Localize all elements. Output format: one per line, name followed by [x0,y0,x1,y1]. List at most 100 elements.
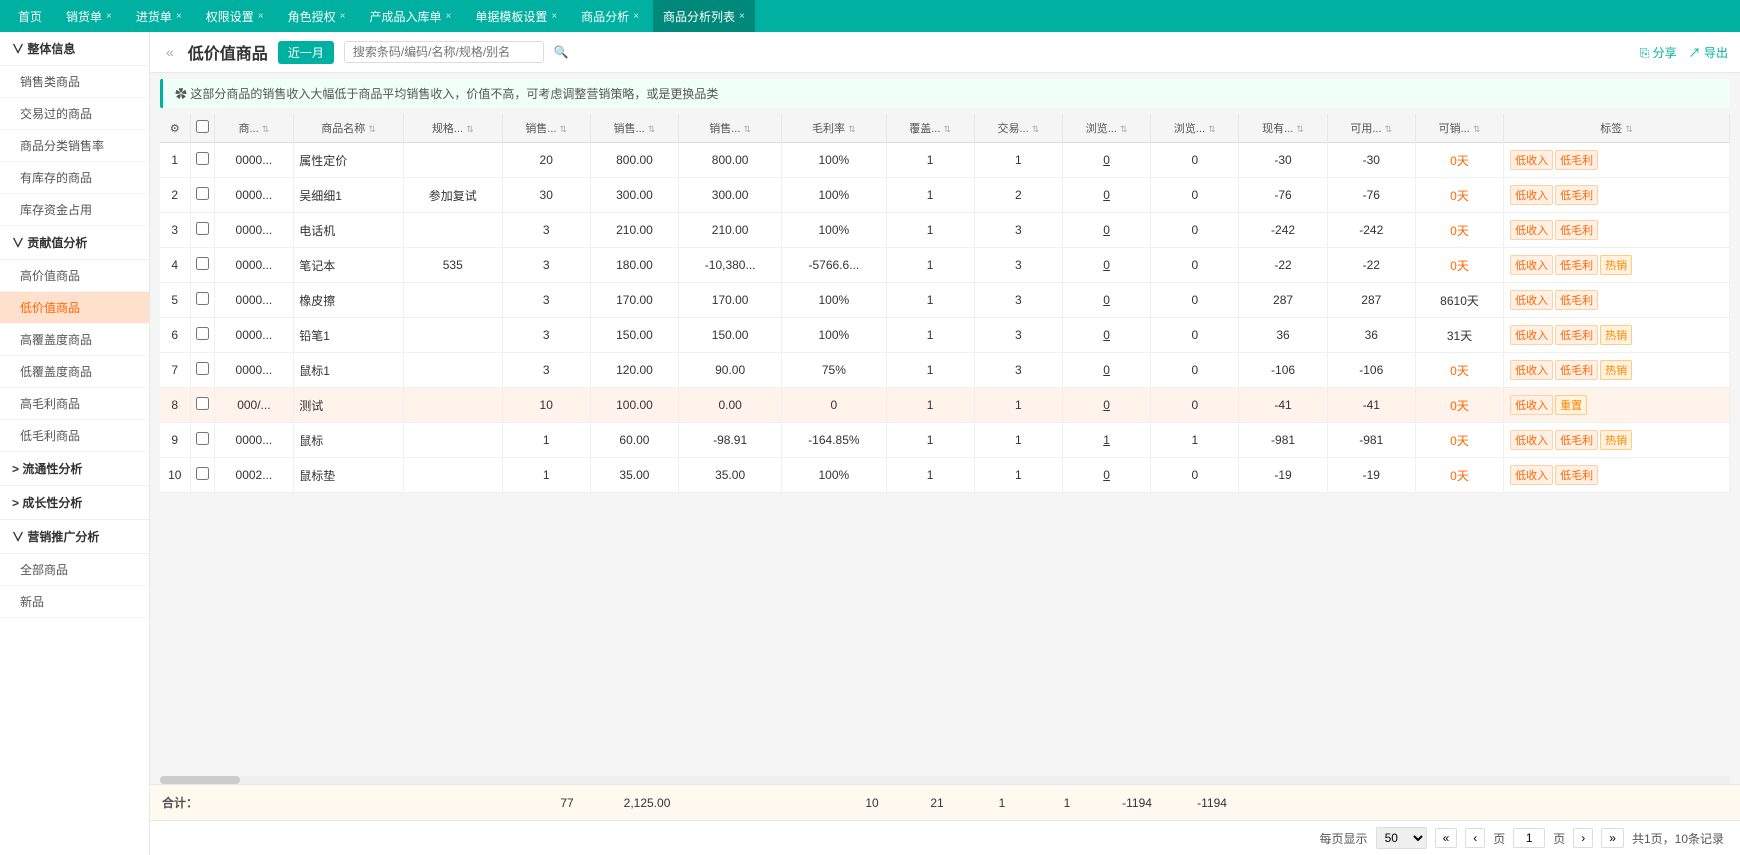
sidebar-item-category-rate[interactable]: 商品分类销售率 [0,130,149,162]
row-checkbox-cell[interactable] [190,178,214,213]
sidebar-group-growth[interactable]: > 成长性分析 [0,486,149,520]
sidebar-item-low-coverage[interactable]: 低覆盖度商品 [0,356,149,388]
th-spec[interactable]: 规格... ⇅ [403,114,502,143]
th-browse1[interactable]: 浏览... ⇅ [1062,114,1150,143]
row-checkbox[interactable] [196,222,209,235]
th-code[interactable]: 商... ⇅ [214,114,294,143]
nav-product-storage[interactable]: 产成品入库单× [359,0,461,32]
sidebar-group-contribution[interactable]: ∨ 贡献值分析 [0,226,149,260]
row-checkbox-cell[interactable] [190,213,214,248]
row-browse1[interactable]: 0 [1062,178,1150,213]
row-name[interactable]: 测试 [294,388,404,423]
row-name[interactable]: 鼠标1 [294,353,404,388]
row-checkbox-cell[interactable] [190,318,214,353]
row-browse1[interactable]: 0 [1062,318,1150,353]
sidebar-item-sales-category[interactable]: 销售类商品 [0,66,149,98]
th-days[interactable]: 可销... ⇅ [1415,114,1503,143]
nav-purchase[interactable]: 进货单× [126,0,192,32]
export-button[interactable]: ↗ 导出 [1689,44,1728,61]
nav-permission[interactable]: 权限设置× [196,0,274,32]
sidebar-group-liquidity[interactable]: > 流通性分析 [0,452,149,486]
prev-page-button[interactable]: ‹ [1465,828,1485,848]
search-icon[interactable]: 🔍 [554,45,569,59]
th-stock2[interactable]: 可用... ⇅ [1327,114,1415,143]
row-checkbox[interactable] [196,327,209,340]
row-checkbox[interactable] [196,362,209,375]
row-name[interactable]: 鼠标垫 [294,458,404,493]
sidebar-item-in-stock[interactable]: 有库存的商品 [0,162,149,194]
row-checkbox[interactable] [196,432,209,445]
sidebar-item-stock-fund[interactable]: 库存资金占用 [0,194,149,226]
th-s2[interactable]: 销售... ⇅ [590,114,678,143]
nav-sales[interactable]: 销货单× [56,0,122,32]
sidebar-item-new-products[interactable]: 新品 [0,586,149,618]
row-checkbox[interactable] [196,257,209,270]
th-settings[interactable]: ⚙ [160,114,190,143]
per-page-select[interactable]: 50 100 200 [1376,827,1427,849]
last-page-button[interactable]: » [1601,828,1624,848]
th-stock1[interactable]: 现有... ⇅ [1239,114,1327,143]
horizontal-scrollbar[interactable] [160,776,1730,784]
nav-template[interactable]: 单据模板设置× [465,0,567,32]
th-margin[interactable]: 毛利率 ⇅ [782,114,886,143]
row-checkbox-cell[interactable] [190,353,214,388]
select-all-checkbox[interactable] [196,120,209,133]
nav-product-list[interactable]: 商品分析列表× [653,0,755,32]
row-name[interactable]: 属性定价 [294,143,404,178]
sidebar-item-high-value[interactable]: 高价值商品 [0,260,149,292]
row-checkbox-cell[interactable] [190,458,214,493]
sidebar-item-high-margin[interactable]: 高毛利商品 [0,388,149,420]
table-row: 1 0000... 属性定价 20 800.00 800.00 100% 1 1… [160,143,1730,178]
row-browse1[interactable]: 0 [1062,283,1150,318]
row-checkbox[interactable] [196,152,209,165]
row-browse1[interactable]: 1 [1062,423,1150,458]
sidebar-item-low-margin[interactable]: 低毛利商品 [0,420,149,452]
th-coverage[interactable]: 覆盖... ⇅ [886,114,974,143]
row-checkbox-cell[interactable] [190,423,214,458]
row-checkbox[interactable] [196,397,209,410]
row-name[interactable]: 铅笔1 [294,318,404,353]
sidebar-item-low-value[interactable]: 低价值商品 [0,292,149,324]
sidebar-group-overall[interactable]: ∨ 整体信息 [0,32,149,66]
filter-button[interactable]: 近一月 [278,41,334,64]
row-name[interactable]: 电话机 [294,213,404,248]
sidebar-item-all-products[interactable]: 全部商品 [0,554,149,586]
row-checkbox-cell[interactable] [190,248,214,283]
row-name[interactable]: 吴细细1 [294,178,404,213]
th-s1[interactable]: 销售... ⇅ [502,114,590,143]
row-stock1: -41 [1239,388,1327,423]
row-browse1[interactable]: 0 [1062,143,1150,178]
row-browse1[interactable]: 0 [1062,458,1150,493]
sidebar-item-high-coverage[interactable]: 高覆盖度商品 [0,324,149,356]
row-browse1[interactable]: 0 [1062,213,1150,248]
nav-role[interactable]: 角色授权× [278,0,356,32]
row-browse1[interactable]: 0 [1062,248,1150,283]
search-input[interactable] [344,41,544,63]
row-name[interactable]: 橡皮擦 [294,283,404,318]
nav-home[interactable]: 首页 [8,0,52,32]
th-trade[interactable]: 交易... ⇅ [974,114,1062,143]
row-checkbox-cell[interactable] [190,143,214,178]
row-browse1[interactable]: 0 [1062,388,1150,423]
th-tags[interactable]: 标签 ⇅ [1504,114,1730,143]
sidebar-item-traded[interactable]: 交易过的商品 [0,98,149,130]
collapse-button[interactable]: « [162,42,178,62]
row-checkbox-cell[interactable] [190,388,214,423]
first-page-button[interactable]: « [1435,828,1458,848]
row-checkbox[interactable] [196,187,209,200]
row-checkbox[interactable] [196,292,209,305]
th-browse2[interactable]: 浏览... ⇅ [1151,114,1239,143]
th-s3[interactable]: 销售... ⇅ [679,114,782,143]
sidebar-group-marketing[interactable]: ∨ 营销推广分析 [0,520,149,554]
row-checkbox-cell[interactable] [190,283,214,318]
nav-product-analysis[interactable]: 商品分析× [571,0,649,32]
th-name[interactable]: 商品名称 ⇅ [294,114,404,143]
row-checkbox[interactable] [196,467,209,480]
row-name[interactable]: 笔记本 [294,248,404,283]
share-button[interactable]: ⎘ 分享 [1640,44,1677,61]
th-checkbox[interactable] [190,114,214,143]
row-browse1[interactable]: 0 [1062,353,1150,388]
row-name[interactable]: 鼠标 [294,423,404,458]
next-page-button[interactable]: › [1573,828,1593,848]
page-input[interactable] [1513,828,1545,848]
